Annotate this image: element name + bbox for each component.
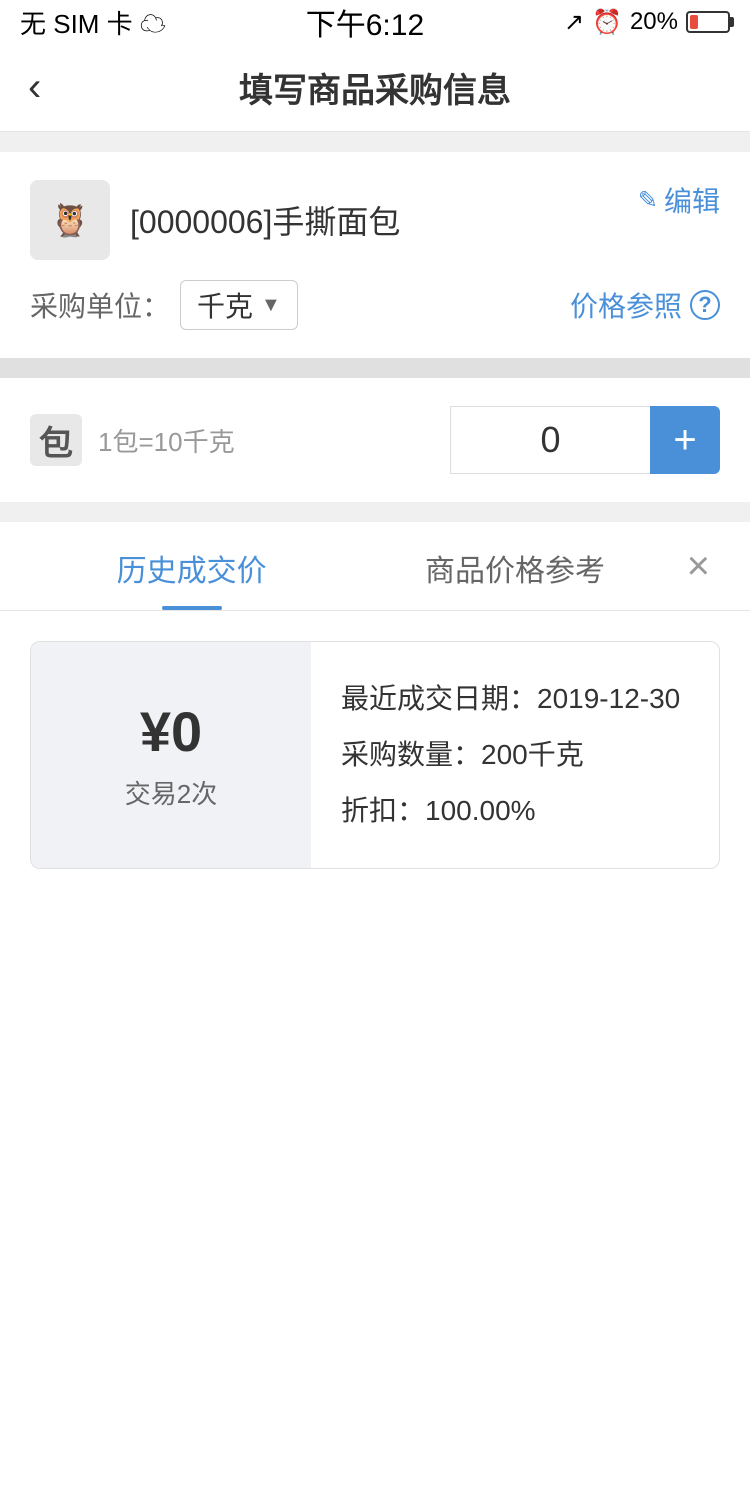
recent-date-row: 最近成交日期：2019-12-30	[341, 678, 689, 720]
help-icon: ?	[690, 290, 720, 320]
bottom-area	[0, 899, 750, 1499]
purchase-quantity-row: 采购数量：200千克	[341, 734, 689, 776]
product-left: 🦉 [0000006]手撕面包	[30, 180, 400, 260]
product-name: [0000006]手撕面包	[130, 197, 400, 243]
discount-row: 折扣：100.00%	[341, 790, 689, 832]
nav-bar: ‹ 填写商品采购信息	[0, 44, 750, 132]
unit-value: 千克	[197, 285, 253, 325]
sim-signal-text: 无 SIM 卡 ☁	[20, 4, 166, 41]
price-display: ¥0	[140, 699, 202, 764]
tab-history-label: 历史成交价	[117, 555, 267, 588]
dropdown-arrow-icon: ▼	[261, 294, 281, 317]
quantity-detail-value: 200千克	[481, 739, 584, 770]
increment-button[interactable]: +	[650, 406, 720, 474]
quantity-label: 采购数量：	[341, 739, 481, 770]
tab-content-history: ¥0 交易2次 最近成交日期：2019-12-30 采购数量：200千克 折扣：…	[0, 611, 750, 899]
status-bar: 无 SIM 卡 ☁ 下午6:12 ↗ ⏰ 20%	[0, 0, 750, 44]
section-divider	[0, 358, 750, 378]
price-reference-button[interactable]: 价格参照 ?	[570, 285, 720, 325]
price-card: ¥0 交易2次 最近成交日期：2019-12-30 采购数量：200千克 折扣：…	[30, 641, 720, 869]
unit-select-dropdown[interactable]: 千克 ▼	[180, 280, 298, 330]
alarm-icon: ⏰	[592, 8, 622, 37]
quantity-unit-info: 包 1包=10千克	[30, 414, 235, 466]
product-header: 🦉 [0000006]手撕面包 ✎ 编辑	[30, 180, 720, 260]
price-number: 0	[171, 700, 202, 763]
currency-symbol: ¥	[140, 700, 171, 763]
status-right: ↗ ⏰ 20%	[564, 8, 730, 37]
tabs-panel: 历史成交价 商品价格参考 × ¥0 交易2次 最近成交日期：2019-12-30…	[0, 522, 750, 899]
edit-label: 编辑	[664, 180, 720, 220]
discount-value: 100.00%	[425, 795, 536, 826]
recent-date-value: 2019-12-30	[537, 683, 680, 714]
product-thumbnail: 🦉	[30, 180, 110, 260]
unit-label: 采购单位：	[30, 285, 170, 325]
discount-label: 折扣：	[341, 795, 425, 826]
price-detail-panel: 最近成交日期：2019-12-30 采购数量：200千克 折扣：100.00%	[311, 642, 719, 868]
conversion-text: 1包=10千克	[98, 422, 235, 459]
close-button[interactable]: ×	[677, 536, 720, 596]
tab-active-indicator	[162, 606, 222, 610]
bao-label: 包	[39, 416, 73, 465]
back-button[interactable]: ‹	[28, 65, 41, 110]
quantity-row: 包 1包=10千克 0 +	[0, 378, 750, 502]
status-left: 无 SIM 卡 ☁	[20, 4, 166, 41]
trade-count: 交易2次	[125, 774, 217, 811]
status-time: 下午6:12	[306, 0, 424, 44]
battery-percent: 20%	[630, 8, 678, 36]
price-ref-label: 价格参照	[570, 285, 682, 325]
product-card: 🦉 [0000006]手撕面包 ✎ 编辑 采购单位： 千克 ▼ 价格参照 ?	[0, 152, 750, 358]
edit-icon: ✎	[638, 186, 658, 215]
quantity-input[interactable]: 0	[450, 406, 650, 474]
battery-icon	[686, 11, 730, 33]
product-logo-icon: 🦉	[50, 201, 90, 239]
tab-product-price[interactable]: 商品价格参考	[353, 522, 676, 610]
package-icon: 包	[30, 414, 82, 466]
tab-product-price-label: 商品价格参考	[425, 555, 605, 588]
product-unit-row: 采购单位： 千克 ▼ 价格参照 ?	[30, 280, 720, 330]
tabs-header: 历史成交价 商品价格参考 ×	[0, 522, 750, 611]
recent-date-label: 最近成交日期：	[341, 683, 537, 714]
edit-button[interactable]: ✎ 编辑	[638, 180, 720, 220]
plus-icon: +	[673, 418, 696, 463]
tab-history-price[interactable]: 历史成交价	[30, 522, 353, 610]
price-summary-panel: ¥0 交易2次	[31, 642, 311, 868]
page-title: 填写商品采购信息	[239, 63, 511, 112]
navigation-icon: ↗	[564, 8, 584, 37]
quantity-control: 0 +	[450, 406, 720, 474]
